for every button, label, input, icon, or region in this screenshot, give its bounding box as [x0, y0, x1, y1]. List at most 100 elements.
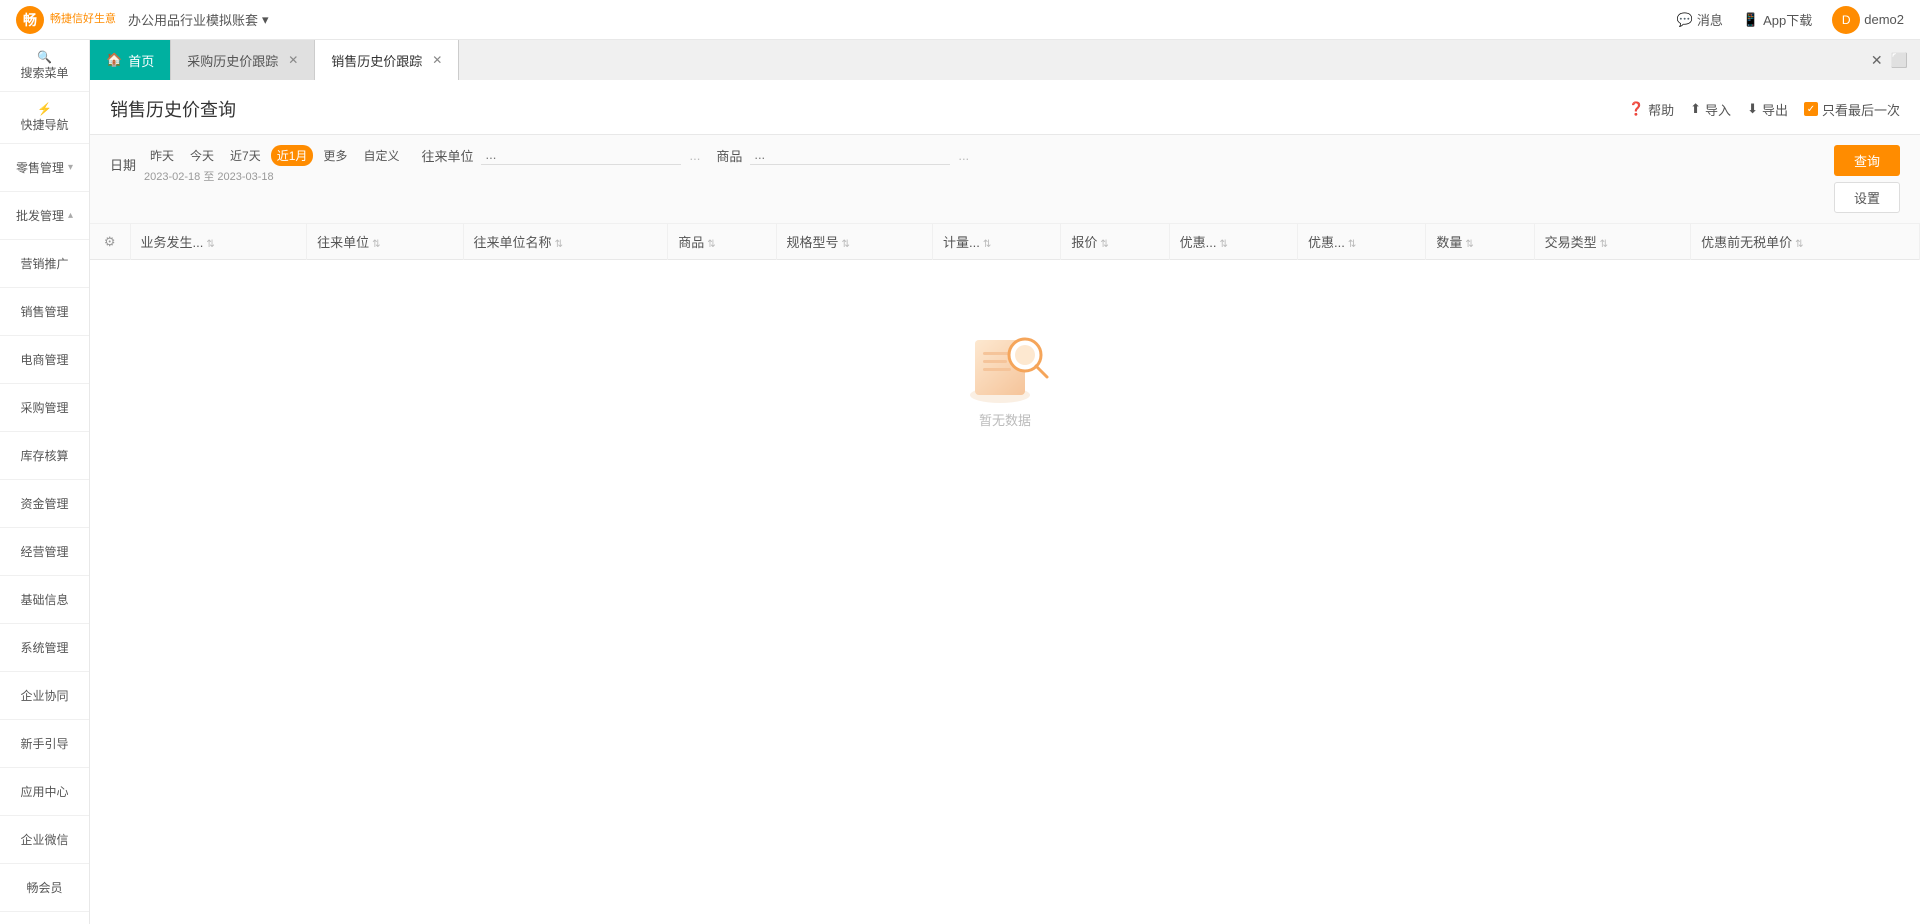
th-trade-type[interactable]: 交易类型⇅ [1534, 224, 1690, 260]
date-label: 日期 [110, 155, 136, 174]
sort-icon: ⇅ [1600, 239, 1608, 250]
partner-input[interactable] [481, 145, 681, 165]
home-icon: 🏠 [106, 52, 122, 68]
product-label: 商品 [716, 146, 742, 165]
sort-icon: ⇅ [707, 239, 715, 250]
header-right: 💬 消息 📱 App下载 D demo2 [1677, 6, 1904, 34]
message-icon: 💬 [1677, 12, 1693, 28]
search-icon: 🔍 [37, 50, 52, 64]
import-button[interactable]: ⬆ 导入 [1690, 100, 1731, 119]
gear-icon[interactable]: ⚙ [104, 234, 116, 249]
tab-close-sales[interactable]: ✕ [432, 53, 442, 67]
chevron-down-icon: ▾ [262, 12, 269, 28]
date-options: 昨天 今天 近7天 近1月 更多 自定义 [144, 145, 405, 166]
app-download-action[interactable]: 📱 App下载 [1743, 10, 1812, 29]
th-discount1[interactable]: 优惠...⇅ [1169, 224, 1297, 260]
th-partner-name[interactable]: 往来单位名称⇅ [463, 224, 668, 260]
avatar: D [1832, 6, 1860, 34]
sidebar-item-finance-mgmt[interactable]: 资金管理 [0, 480, 89, 528]
export-button[interactable]: ⬇ 导出 [1747, 100, 1788, 119]
sidebar-item-enterprise-coop[interactable]: 企业协同 [0, 672, 89, 720]
tab-sales-history[interactable]: 销售历史价跟踪 ✕ [315, 40, 459, 80]
sidebar-item-member[interactable]: 畅会员 [0, 864, 89, 912]
page-content: 销售历史价查询 ❓ 帮助 ⬆ 导入 ⬇ 导出 ✓ [90, 80, 1920, 924]
message-action[interactable]: 💬 消息 [1677, 10, 1723, 29]
sidebar-item-search-menu[interactable]: 🔍 搜索菜单 [0, 40, 89, 92]
sort-icon: ⇅ [1795, 239, 1803, 250]
date-filter-dates: 昨天 今天 近7天 近1月 更多 自定义 2023-02-18 至 2023-0… [144, 145, 405, 184]
product-dots: ... [958, 148, 969, 163]
date-btn-yesterday[interactable]: 昨天 [144, 145, 180, 166]
partner-label: 往来单位 [421, 146, 473, 165]
sidebar-item-basic-info[interactable]: 基础信息 [0, 576, 89, 624]
logo-text: 畅捷信好生意 [50, 12, 116, 26]
th-quantity[interactable]: 数量⇅ [1426, 224, 1534, 260]
sidebar-item-enterprise-wechat[interactable]: 企业微信 [0, 816, 89, 864]
date-range: 2023-02-18 至 2023-03-18 [144, 168, 405, 184]
partner-dots: ... [689, 148, 700, 163]
filter-bar: 日期 昨天 今天 近7天 近1月 更多 自定义 2023-02-18 至 202… [90, 135, 1920, 224]
th-unit[interactable]: 计量...⇅ [933, 224, 1061, 260]
setting-button[interactable]: 设置 [1834, 182, 1900, 213]
tab-home[interactable]: 🏠 首页 [90, 40, 171, 80]
main-container: 🔍 搜索菜单 ⚡ 快捷导航 零售管理 ▾ 批发管理 ▴ 营销推广 销售管理 电商… [0, 40, 1920, 924]
sort-icon: ⇅ [1219, 239, 1227, 250]
partner-filter-group: 往来单位 ... [421, 145, 700, 165]
th-product[interactable]: 商品⇅ [668, 224, 776, 260]
logo-icon: 畅 [16, 6, 44, 34]
sidebar-item-newbie-guide[interactable]: 新手引导 [0, 720, 89, 768]
help-button[interactable]: ❓ 帮助 [1628, 100, 1674, 119]
date-btn-1month[interactable]: 近1月 [271, 145, 314, 166]
filter-buttons: 查询 设置 [1834, 145, 1900, 213]
tab-maximize[interactable]: ⬜ [1891, 52, 1908, 69]
download-icon: 📱 [1743, 12, 1759, 28]
chevron-up-icon: ▴ [68, 210, 73, 221]
quick-nav-icon: ⚡ [37, 102, 52, 116]
th-pretax-price[interactable]: 优惠前无税单价⇅ [1691, 224, 1920, 260]
empty-text: 暂无数据 [979, 410, 1031, 429]
sidebar-item-ops-mgmt[interactable]: 经营管理 [0, 528, 89, 576]
date-btn-7days[interactable]: 近7天 [224, 145, 267, 166]
sidebar-item-wholesale-mgmt[interactable]: 批发管理 ▴ [0, 192, 89, 240]
sidebar-item-app-center[interactable]: 应用中心 [0, 768, 89, 816]
user-action[interactable]: D demo2 [1832, 6, 1904, 34]
logo-area: 畅 畅捷信好生意 [16, 6, 116, 34]
product-input[interactable] [750, 145, 950, 165]
page-title: 销售历史价查询 [110, 96, 236, 122]
tab-purchase-history[interactable]: 采购历史价跟踪 ✕ [171, 40, 315, 80]
data-table: ⚙ 业务发生...⇅ 往来单位⇅ 往来单位名称⇅ [90, 224, 1920, 260]
sidebar-item-quick-nav[interactable]: ⚡ 快捷导航 [0, 92, 89, 144]
app-selector[interactable]: 办公用品行业模拟账套 ▾ [128, 10, 269, 29]
th-partner-code[interactable]: 往来单位⇅ [307, 224, 463, 260]
sidebar-item-inventory[interactable]: 库存核算 [0, 432, 89, 480]
date-btn-custom[interactable]: 自定义 [357, 145, 405, 166]
table-head: ⚙ 业务发生...⇅ 往来单位⇅ 往来单位名称⇅ [90, 224, 1920, 260]
th-biz-date[interactable]: 业务发生...⇅ [130, 224, 307, 260]
date-btn-more[interactable]: 更多 [317, 145, 353, 166]
sidebar-item-system-mgmt[interactable]: 系统管理 [0, 624, 89, 672]
sidebar-item-purchase-mgmt[interactable]: 采购管理 [0, 384, 89, 432]
th-discount2[interactable]: 优惠...⇅ [1298, 224, 1426, 260]
only-last-checkbox[interactable]: ✓ 只看最后一次 [1804, 100, 1900, 119]
import-icon: ⬆ [1690, 101, 1701, 117]
help-icon: ❓ [1628, 101, 1644, 117]
th-spec[interactable]: 规格型号⇅ [776, 224, 932, 260]
chevron-down-icon: ▾ [68, 162, 73, 173]
tab-close-all[interactable]: ✕ [1871, 52, 1883, 69]
empty-illustration [955, 320, 1055, 410]
page-header-actions: ❓ 帮助 ⬆ 导入 ⬇ 导出 ✓ 只看最后一次 [1628, 100, 1900, 119]
sidebar-item-marketing[interactable]: 营销推广 [0, 240, 89, 288]
sort-icon: ⇅ [1465, 239, 1473, 250]
date-btn-today[interactable]: 今天 [184, 145, 220, 166]
table-container: ⚙ 业务发生...⇅ 往来单位⇅ 往来单位名称⇅ [90, 224, 1920, 924]
tab-close-purchase[interactable]: ✕ [288, 53, 298, 67]
query-button[interactable]: 查询 [1834, 145, 1900, 176]
sort-icon: ⇅ [372, 239, 380, 250]
sort-icon: ⇅ [206, 239, 214, 250]
sidebar-item-retail-mgmt[interactable]: 零售管理 ▾ [0, 144, 89, 192]
th-quote[interactable]: 报价⇅ [1061, 224, 1169, 260]
sidebar-item-sales-mgmt[interactable]: 销售管理 [0, 288, 89, 336]
product-filter-group: 商品 ... [716, 145, 969, 165]
tab-actions: ✕ ⬜ [1871, 52, 1920, 69]
sidebar-item-ecommerce-mgmt[interactable]: 电商管理 [0, 336, 89, 384]
